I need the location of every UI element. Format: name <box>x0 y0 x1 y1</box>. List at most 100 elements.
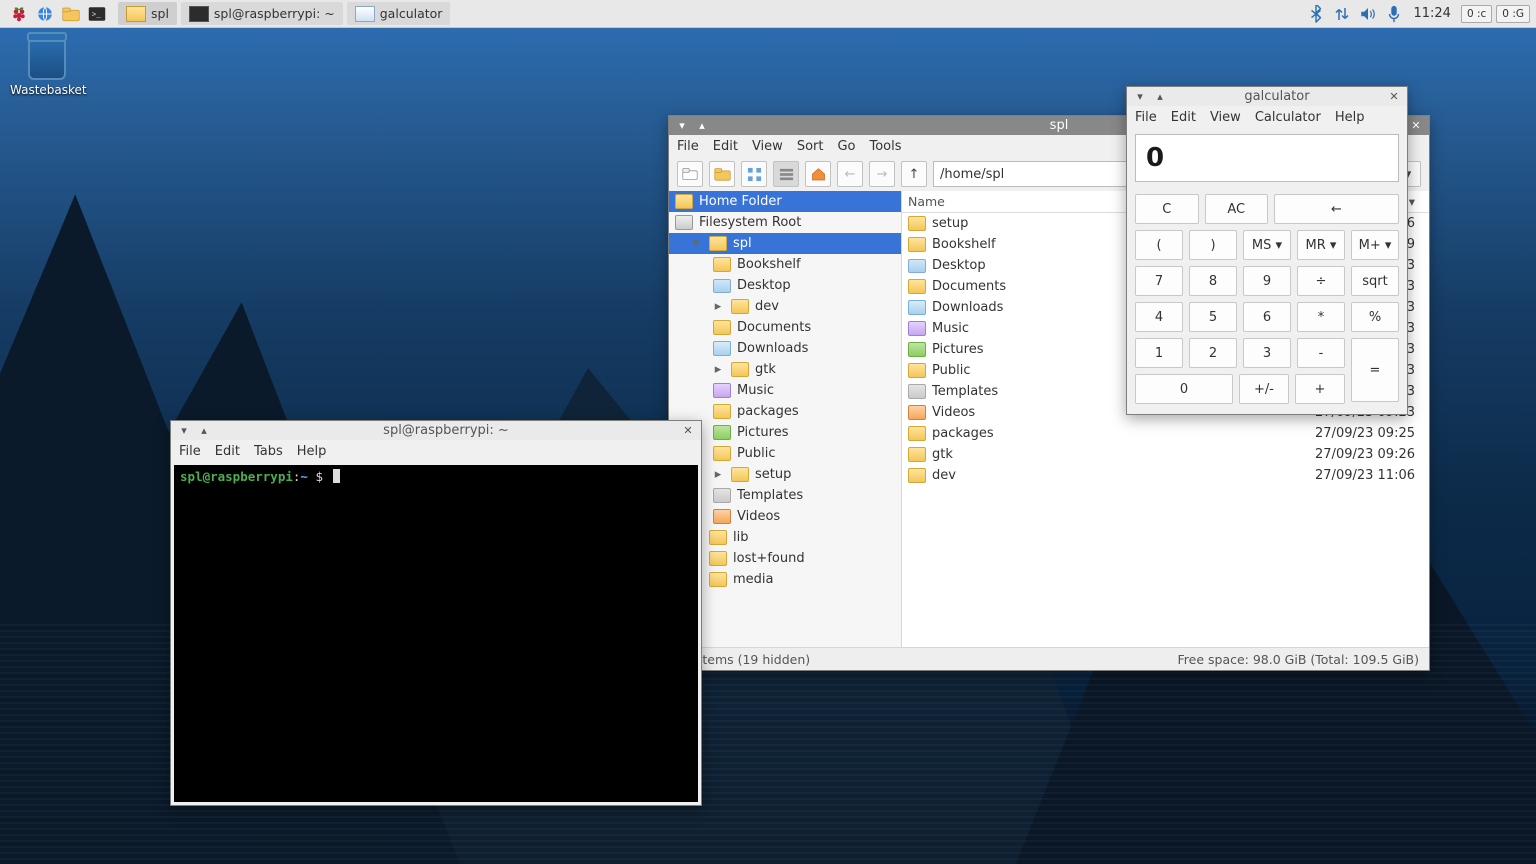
network-updown-icon[interactable] <box>1331 3 1353 25</box>
menu-sort[interactable]: Sort <box>797 139 824 154</box>
list-view-button[interactable] <box>773 161 799 187</box>
sidebar-item-lib[interactable]: ▸lib <box>669 527 901 548</box>
calc-key-6[interactable]: 6 <box>1243 302 1291 332</box>
menu-help[interactable]: Help <box>1335 110 1365 125</box>
sidebar-item-downloads[interactable]: Downloads <box>669 338 901 359</box>
term-titlebar[interactable]: ▾ ▴ spl@raspberrypi: ~ ✕ <box>171 421 701 440</box>
sidebar-item-pictures[interactable]: Pictures <box>669 422 901 443</box>
nav-forward-button[interactable]: → <box>869 161 895 187</box>
calc-titlebar[interactable]: ▾ ▴ galculator ✕ <box>1127 87 1407 106</box>
calc-key-ac[interactable]: AC <box>1205 194 1269 224</box>
bluetooth-icon[interactable] <box>1305 3 1327 25</box>
calc-key-sqrt[interactable]: sqrt <box>1351 266 1399 296</box>
sidebar-item-documents[interactable]: Documents <box>669 317 901 338</box>
window-menu-icon[interactable]: ▾ <box>675 119 689 133</box>
tray-button-1[interactable]: 0 :G <box>1496 5 1530 23</box>
menu-calculator[interactable]: Calculator <box>1255 110 1321 125</box>
calc-key-ms[interactable]: MS ▾ <box>1243 230 1291 260</box>
web-browser-icon[interactable] <box>34 3 56 25</box>
calc-key-9[interactable]: 9 <box>1243 266 1291 296</box>
menu-edit[interactable]: Edit <box>215 444 240 459</box>
volume-icon[interactable] <box>1357 3 1379 25</box>
fm-sidebar[interactable]: Home FolderFilesystem Root▾splBookshelfD… <box>669 191 902 647</box>
expander-icon[interactable]: ▸ <box>713 467 723 482</box>
sidebar-item-templates[interactable]: Templates <box>669 485 901 506</box>
calc-key-[interactable]: +/- <box>1239 374 1289 404</box>
sidebar-item-public[interactable]: Public <box>669 443 901 464</box>
taskbar-entry-calculator[interactable]: galculator <box>347 2 451 25</box>
calc-key-0[interactable]: 0 <box>1135 374 1233 404</box>
window-close-icon[interactable]: ✕ <box>1387 90 1401 104</box>
menu-file[interactable]: File <box>179 444 201 459</box>
calc-key-3[interactable]: 3 <box>1243 338 1291 368</box>
window-close-icon[interactable]: ✕ <box>681 424 695 438</box>
nav-up-button[interactable]: ↑ <box>901 161 927 187</box>
tray-button-0[interactable]: 0 :c <box>1461 5 1492 23</box>
window-close-icon[interactable]: ✕ <box>1409 119 1423 133</box>
calc-key-[interactable]: * <box>1297 302 1345 332</box>
nav-back-button[interactable]: ← <box>837 161 863 187</box>
calc-key-4[interactable]: 4 <box>1135 302 1183 332</box>
menu-help[interactable]: Help <box>297 444 327 459</box>
window-menu-icon[interactable]: ▾ <box>177 424 191 438</box>
calc-key-2[interactable]: 2 <box>1189 338 1237 368</box>
calc-key-mr[interactable]: MR ▾ <box>1297 230 1345 260</box>
sidebar-item-videos[interactable]: Videos <box>669 506 901 527</box>
menu-file[interactable]: File <box>677 139 699 154</box>
sidebar-item-desktop[interactable]: Desktop <box>669 275 901 296</box>
icon-view-button[interactable] <box>741 161 767 187</box>
expander-icon[interactable]: ▸ <box>713 362 723 377</box>
window-shade-icon[interactable]: ▴ <box>695 119 709 133</box>
calc-key-[interactable]: ← <box>1274 194 1399 224</box>
window-shade-icon[interactable]: ▴ <box>1153 90 1167 104</box>
sidebar-item-music[interactable]: Music <box>669 380 901 401</box>
microphone-icon[interactable] <box>1383 3 1405 25</box>
calc-key-8[interactable]: 8 <box>1189 266 1237 296</box>
calc-key-c[interactable]: C <box>1135 194 1199 224</box>
calc-key-[interactable]: - <box>1297 338 1345 368</box>
calc-key-[interactable]: + <box>1295 374 1345 404</box>
calc-key-7[interactable]: 7 <box>1135 266 1183 296</box>
sidebar-item-gtk[interactable]: ▸gtk <box>669 359 901 380</box>
file-row-gtk[interactable]: gtk27/09/23 09:26 <box>902 444 1429 465</box>
home-button[interactable] <box>805 161 831 187</box>
terminal-body[interactable]: spl@raspberrypi:~ $ <box>174 465 698 802</box>
sidebar-item-spl[interactable]: ▾spl <box>669 233 901 254</box>
menu-view[interactable]: View <box>752 139 783 154</box>
calc-key-[interactable]: ) <box>1189 230 1237 260</box>
sidebar-item-bookshelf[interactable]: Bookshelf <box>669 254 901 275</box>
sidebar-item-home-folder[interactable]: Home Folder <box>669 191 901 212</box>
menu-tools[interactable]: Tools <box>870 139 902 154</box>
raspberry-menu-icon[interactable] <box>8 3 30 25</box>
menu-go[interactable]: Go <box>837 139 855 154</box>
calc-key-[interactable]: % <box>1351 302 1399 332</box>
sidebar-item-lost+found[interactable]: lost+found <box>669 548 901 569</box>
menu-edit[interactable]: Edit <box>713 139 738 154</box>
calc-key-5[interactable]: 5 <box>1189 302 1237 332</box>
new-folder-button[interactable] <box>709 161 735 187</box>
sidebar-item-setup[interactable]: ▸setup <box>669 464 901 485</box>
expander-icon[interactable]: ▾ <box>691 236 701 251</box>
menu-edit[interactable]: Edit <box>1171 110 1196 125</box>
terminal-launcher-icon[interactable]: >_ <box>86 3 108 25</box>
file-manager-launcher-icon[interactable] <box>60 3 82 25</box>
panel-clock[interactable]: 11:24 <box>1413 6 1450 21</box>
desktop-wastebasket[interactable]: Wastebasket <box>10 36 84 97</box>
expander-icon[interactable]: ▸ <box>713 299 723 314</box>
calc-key-1[interactable]: 1 <box>1135 338 1183 368</box>
calc-key-[interactable]: ÷ <box>1297 266 1345 296</box>
window-menu-icon[interactable]: ▾ <box>1133 90 1147 104</box>
new-tab-button[interactable] <box>677 161 703 187</box>
sidebar-item-media[interactable]: media <box>669 569 901 590</box>
menu-view[interactable]: View <box>1210 110 1241 125</box>
taskbar-entry-file-manager[interactable]: spl <box>118 2 177 25</box>
menu-file[interactable]: File <box>1135 110 1157 125</box>
sidebar-item-filesystem-root[interactable]: Filesystem Root <box>669 212 901 233</box>
sidebar-item-dev[interactable]: ▸dev <box>669 296 901 317</box>
window-shade-icon[interactable]: ▴ <box>197 424 211 438</box>
taskbar-entry-terminal[interactable]: spl@raspberrypi: ~ <box>181 2 343 25</box>
calc-key-m[interactable]: M+ ▾ <box>1351 230 1399 260</box>
menu-tabs[interactable]: Tabs <box>254 444 283 459</box>
file-row-packages[interactable]: packages27/09/23 09:25 <box>902 423 1429 444</box>
sidebar-item-packages[interactable]: packages <box>669 401 901 422</box>
